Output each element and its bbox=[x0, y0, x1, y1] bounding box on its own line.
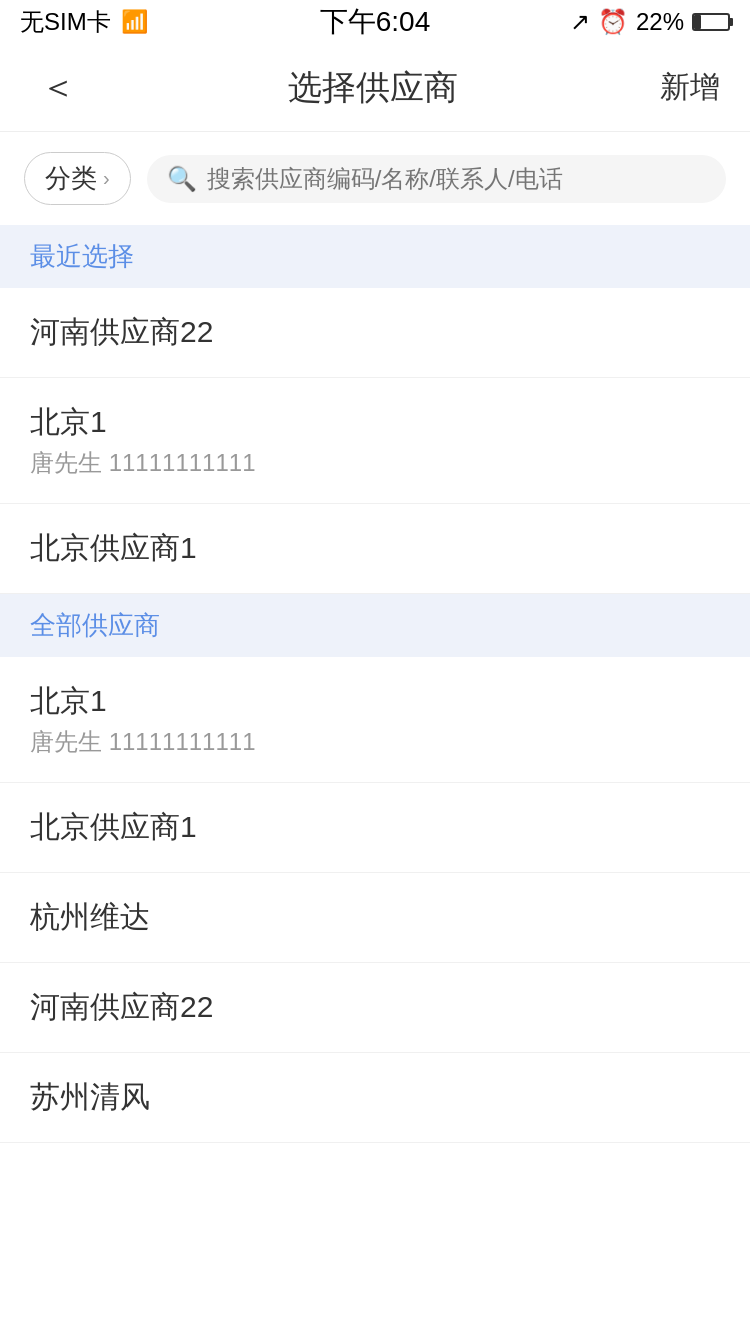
item-sub: 唐先生 11111111111 bbox=[30, 447, 720, 479]
category-filter[interactable]: 分类 › bbox=[24, 152, 131, 205]
item-name: 北京供应商1 bbox=[30, 807, 720, 848]
recent-section-label: 最近选择 bbox=[30, 241, 134, 271]
item-name: 北京1 bbox=[30, 681, 720, 722]
item-name: 河南供应商22 bbox=[30, 312, 720, 353]
search-bar[interactable]: 🔍 bbox=[147, 155, 726, 203]
list-item[interactable]: 北京供应商1 bbox=[0, 783, 750, 873]
battery-percent: 22% bbox=[636, 8, 684, 36]
filter-bar: 分类 › 🔍 bbox=[0, 132, 750, 225]
list-item[interactable]: 苏州清风 bbox=[0, 1053, 750, 1143]
add-button[interactable]: 新增 bbox=[660, 67, 720, 108]
recent-items-list: 河南供应商22 北京1 唐先生 11111111111 北京供应商1 bbox=[0, 288, 750, 594]
all-section-header: 全部供应商 bbox=[0, 594, 750, 657]
recent-section-header: 最近选择 bbox=[0, 225, 750, 288]
category-label: 分类 bbox=[45, 161, 97, 196]
item-name: 苏州清风 bbox=[30, 1077, 720, 1118]
item-name: 北京1 bbox=[30, 402, 720, 443]
item-name: 河南供应商22 bbox=[30, 987, 720, 1028]
nav-bar: ＜ 选择供应商 新增 bbox=[0, 44, 750, 132]
battery-icon bbox=[692, 13, 730, 31]
wifi-icon: 📶 bbox=[121, 9, 148, 35]
list-item[interactable]: 北京1 唐先生 11111111111 bbox=[0, 657, 750, 783]
status-bar: 无SIM卡 📶 下午6:04 ↗ ⏰ 22% bbox=[0, 0, 750, 44]
search-icon: 🔍 bbox=[167, 165, 197, 193]
status-left: 无SIM卡 📶 bbox=[20, 6, 148, 38]
item-name: 北京供应商1 bbox=[30, 528, 720, 569]
status-right: ↗ ⏰ 22% bbox=[570, 8, 730, 36]
back-button[interactable]: ＜ bbox=[30, 53, 86, 122]
all-section-label: 全部供应商 bbox=[30, 610, 160, 640]
alarm-icon: ⏰ bbox=[598, 8, 628, 36]
location-icon: ↗ bbox=[570, 8, 590, 36]
list-item[interactable]: 北京1 唐先生 11111111111 bbox=[0, 378, 750, 504]
list-item[interactable]: 河南供应商22 bbox=[0, 288, 750, 378]
chevron-right-icon: › bbox=[103, 167, 110, 190]
carrier-label: 无SIM卡 bbox=[20, 6, 111, 38]
item-name: 杭州维达 bbox=[30, 897, 720, 938]
search-input[interactable] bbox=[207, 165, 706, 193]
list-item[interactable]: 杭州维达 bbox=[0, 873, 750, 963]
list-item[interactable]: 北京供应商1 bbox=[0, 504, 750, 594]
status-time: 下午6:04 bbox=[320, 3, 431, 41]
list-item[interactable]: 河南供应商22 bbox=[0, 963, 750, 1053]
item-sub: 唐先生 11111111111 bbox=[30, 726, 720, 758]
page-title: 选择供应商 bbox=[288, 65, 458, 111]
all-items-list: 北京1 唐先生 11111111111 北京供应商1 杭州维达 河南供应商22 … bbox=[0, 657, 750, 1143]
